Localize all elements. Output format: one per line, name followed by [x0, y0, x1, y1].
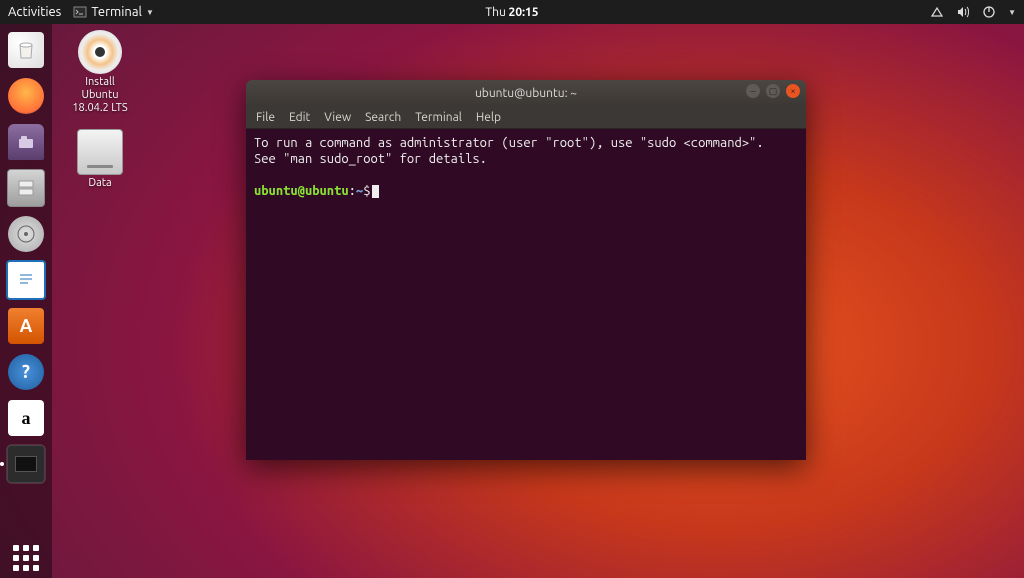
show-applications-button[interactable] — [6, 538, 46, 578]
data-drive-launcher[interactable]: Data — [77, 129, 123, 190]
window-close-button[interactable]: × — [786, 84, 800, 98]
window-titlebar[interactable]: ubuntu@ubuntu: ~ – ▢ × — [246, 80, 806, 106]
firefox-icon — [8, 78, 44, 114]
terminal-cursor — [372, 185, 379, 198]
activities-button[interactable]: Activities — [8, 5, 61, 19]
terminal-window: ubuntu@ubuntu: ~ – ▢ × File Edit View Se… — [246, 80, 806, 460]
window-maximize-button[interactable]: ▢ — [766, 84, 780, 98]
terminal-output-line: See "man sudo_root" for details. — [254, 151, 798, 167]
window-title: ubuntu@ubuntu: ~ — [475, 87, 577, 100]
dock-terminal[interactable] — [6, 444, 46, 484]
menu-search[interactable]: Search — [365, 111, 401, 124]
network-icon[interactable] — [930, 5, 944, 19]
menu-view[interactable]: View — [324, 111, 351, 124]
install-ubuntu-label: Install Ubuntu 18.04.2 LTS — [72, 76, 127, 115]
prompt-user-host: ubuntu@ubuntu — [254, 184, 349, 198]
terminal-icon — [7, 445, 45, 483]
power-icon[interactable] — [982, 5, 996, 19]
dock-trash[interactable] — [6, 30, 46, 70]
dock-software[interactable]: A — [6, 306, 46, 346]
terminal-indicator-icon — [73, 5, 87, 19]
chevron-down-icon: ▼ — [146, 8, 154, 17]
drawer-icon — [7, 169, 45, 207]
help-icon: ? — [8, 354, 44, 390]
menu-file[interactable]: File — [256, 111, 275, 124]
menu-edit[interactable]: Edit — [289, 111, 310, 124]
drive-icon — [77, 129, 123, 175]
launcher-dock: A ? a — [0, 24, 52, 578]
terminal-body[interactable]: To run a command as administrator (user … — [246, 129, 806, 460]
top-bar: Activities Terminal ▼ Thu 20:15 ▼ — [0, 0, 1024, 24]
data-drive-label: Data — [88, 177, 111, 190]
terminal-prompt: ubuntu@ubuntu:~$ — [254, 183, 798, 199]
menu-terminal[interactable]: Terminal — [415, 111, 462, 124]
document-icon — [6, 260, 46, 300]
running-indicator-dot — [0, 462, 4, 466]
app-indicator-label: Terminal — [91, 5, 142, 19]
dock-files[interactable] — [6, 168, 46, 208]
system-menu-chevron-icon[interactable]: ▼ — [1008, 8, 1016, 17]
clock[interactable]: Thu 20:15 — [485, 6, 538, 19]
amazon-icon: a — [8, 400, 44, 436]
dock-writer[interactable] — [6, 260, 46, 300]
prompt-symbol: $ — [363, 184, 370, 198]
terminal-menubar: File Edit View Search Terminal Help — [246, 106, 806, 129]
dock-rhythmbox[interactable] — [6, 214, 46, 254]
dock-amazon[interactable]: a — [6, 398, 46, 438]
trash-icon — [8, 32, 44, 68]
menu-help[interactable]: Help — [476, 111, 501, 124]
terminal-output-line: To run a command as administrator (user … — [254, 135, 798, 151]
dock-help[interactable]: ? — [6, 352, 46, 392]
install-ubuntu-launcher[interactable]: Install Ubuntu 18.04.2 LTS — [72, 30, 127, 115]
dock-nautilus[interactable] — [6, 122, 46, 162]
dock-firefox[interactable] — [6, 76, 46, 116]
shopping-bag-icon: A — [8, 308, 44, 344]
window-minimize-button[interactable]: – — [746, 84, 760, 98]
cd-icon — [78, 30, 122, 74]
desktop-icons: Install Ubuntu 18.04.2 LTS Data — [60, 30, 140, 190]
prompt-sep: : — [349, 184, 356, 198]
volume-icon[interactable] — [956, 5, 970, 19]
clock-time: 20:15 — [509, 6, 539, 19]
music-icon — [8, 216, 44, 252]
clock-day: Thu — [485, 6, 505, 19]
app-indicator[interactable]: Terminal ▼ — [73, 5, 154, 19]
folder-icon — [8, 124, 44, 160]
